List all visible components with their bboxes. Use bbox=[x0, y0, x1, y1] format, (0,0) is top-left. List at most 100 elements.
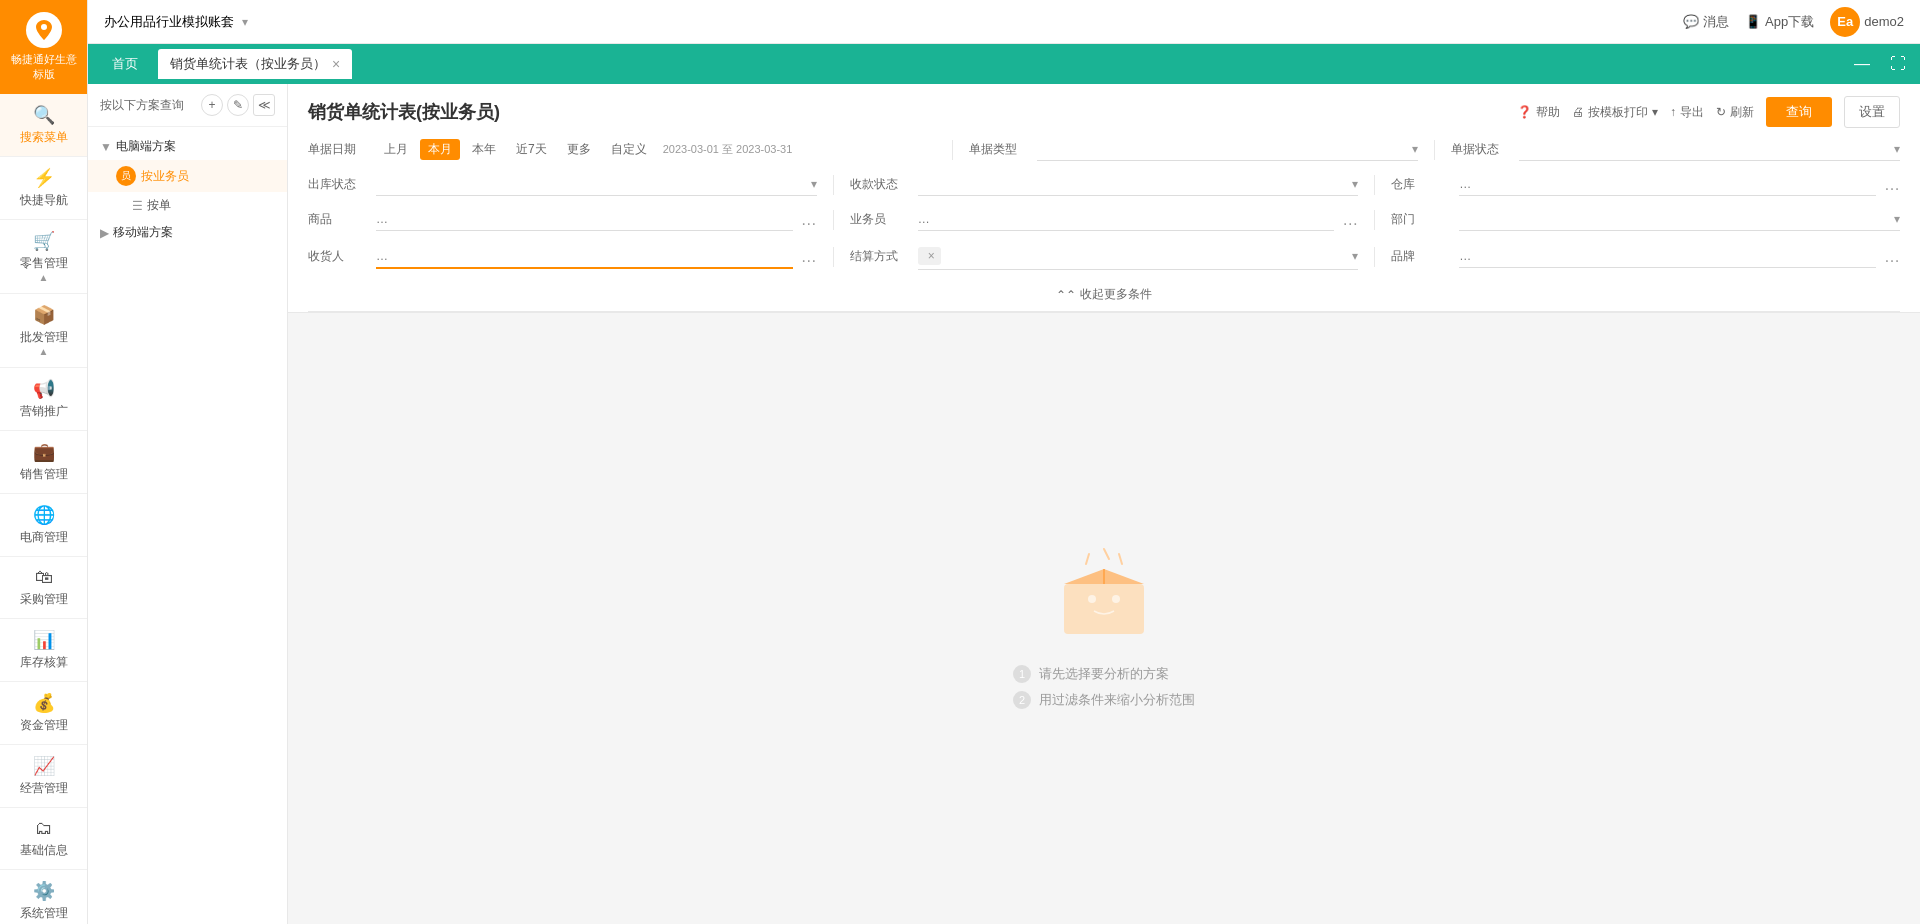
sidebar-item-system[interactable]: ⚙️ 系统管理 bbox=[0, 870, 87, 924]
settings-btn[interactable]: 设置 bbox=[1844, 96, 1900, 128]
appdownload-btn[interactable]: 📱 App下载 bbox=[1745, 13, 1814, 31]
empty-step-2: 2 用过滤条件来缩小分析范围 bbox=[1013, 691, 1195, 709]
tabbar-actions: — ⛶ bbox=[1848, 50, 1912, 78]
docstatus-select[interactable]: ▾ bbox=[1519, 138, 1900, 161]
empty-illustration bbox=[1044, 529, 1164, 649]
minimize-btn[interactable]: — bbox=[1848, 50, 1876, 78]
date-tab-lastmonth[interactable]: 上月 bbox=[376, 139, 416, 160]
refresh-btn[interactable]: ↻ 刷新 bbox=[1716, 104, 1754, 121]
sidebar-item-ecommerce[interactable]: 🌐 电商管理 bbox=[0, 494, 87, 557]
content: 按以下方案查询 + ✎ ≪ ▼ 电脑端方案 bbox=[88, 84, 1920, 924]
user-btn[interactable]: Ea demo2 bbox=[1830, 7, 1904, 37]
tree-group-desktop-label: 电脑端方案 bbox=[116, 138, 176, 155]
outstatus-select[interactable]: ▾ bbox=[376, 173, 817, 196]
warehouse-dots[interactable]: … bbox=[1884, 176, 1900, 194]
date-tab-custom[interactable]: 自定义 bbox=[603, 139, 655, 160]
salesperson-input[interactable] bbox=[918, 208, 1335, 231]
inventory-icon: 📊 bbox=[33, 629, 55, 651]
order-icon: ☰ bbox=[132, 199, 143, 213]
collapse-up-icon: ⌃⌃ bbox=[1056, 288, 1076, 302]
sidebar-item-retail[interactable]: 🛒 零售管理 ▲ bbox=[0, 220, 87, 294]
sidebar-item-operations[interactable]: 📈 经营管理 bbox=[0, 745, 87, 808]
settlement-dropdown-icon: ▾ bbox=[1352, 249, 1358, 263]
department-select[interactable]: ▾ bbox=[1459, 208, 1900, 231]
collapse-btn[interactable]: ⌃⌃ 收起更多条件 bbox=[1056, 286, 1152, 303]
salesperson-dots[interactable]: … bbox=[1342, 211, 1358, 229]
maximize-btn[interactable]: ⛶ bbox=[1884, 50, 1912, 78]
arrow-down-icon: ▼ bbox=[100, 140, 112, 154]
brand-input[interactable] bbox=[1459, 245, 1876, 268]
tree-group-desktop[interactable]: ▼ 电脑端方案 bbox=[88, 133, 287, 160]
sidebar-item-wholesale[interactable]: 📦 批发管理 ▲ bbox=[0, 294, 87, 368]
sidebar-item-sales[interactable]: 💼 销售管理 bbox=[0, 431, 87, 494]
svg-point-5 bbox=[1112, 595, 1120, 603]
svg-rect-0 bbox=[1064, 584, 1144, 634]
message-label: 消息 bbox=[1703, 13, 1729, 31]
tree-sub-order-label: 按单 bbox=[147, 197, 171, 214]
system-icon: ⚙️ bbox=[33, 880, 55, 902]
add-icon: + bbox=[208, 98, 215, 112]
print-btn[interactable]: 🖨 按模板打印 ▾ bbox=[1572, 104, 1658, 121]
collapse-panel-btn[interactable]: ≪ bbox=[253, 94, 275, 116]
tab-home[interactable]: 首页 bbox=[96, 49, 154, 79]
help-btn[interactable]: ❓ 帮助 bbox=[1517, 104, 1560, 121]
filter-area: 单据日期 上月 本月 本年 近7天 更多 自定义 2023-03-01 至 20… bbox=[308, 138, 1900, 312]
sidebar-item-search[interactable]: 🔍 搜索菜单 bbox=[0, 94, 87, 157]
query-btn[interactable]: 查询 bbox=[1766, 97, 1832, 127]
message-btn[interactable]: 💬 消息 bbox=[1683, 13, 1729, 31]
filter-department-field: 部门 ▾ bbox=[1391, 208, 1900, 231]
sidebar-item-purchase[interactable]: 🛍 采购管理 bbox=[0, 557, 87, 619]
empty-text: 1 请先选择要分析的方案 2 用过滤条件来缩小分析范围 bbox=[1013, 665, 1195, 709]
expand-icon: ⛶ bbox=[1890, 55, 1906, 73]
sidebar-item-inventory[interactable]: 📊 库存核算 bbox=[0, 619, 87, 682]
warehouse-input[interactable] bbox=[1459, 173, 1876, 196]
sidebar-item-basics[interactable]: 🗂 基础信息 bbox=[0, 808, 87, 870]
tree-group-mobile[interactable]: ▶ 移动端方案 bbox=[88, 219, 287, 246]
active-tab-label: 销货单统计表（按业务员） bbox=[170, 55, 326, 73]
filter-docstatus-field: 单据状态 ▾ bbox=[1451, 138, 1900, 161]
collectstatus-select[interactable]: ▾ bbox=[918, 173, 1359, 196]
date-tab-thisyear[interactable]: 本年 bbox=[464, 139, 504, 160]
sidebar-operations-label: 经营管理 bbox=[20, 780, 68, 797]
date-tab-more[interactable]: 更多 bbox=[559, 139, 599, 160]
sidebar-sales-label: 销售管理 bbox=[20, 466, 68, 483]
date-tab-7days[interactable]: 近7天 bbox=[508, 139, 555, 160]
page-actions: ❓ 帮助 🖨 按模板打印 ▾ ↑ 导出 ↻ bbox=[1517, 96, 1900, 128]
goods-label: 商品 bbox=[308, 211, 368, 228]
settlement-select[interactable]: × ▾ bbox=[918, 243, 1359, 270]
receiver-input[interactable] bbox=[376, 245, 793, 269]
goods-dots[interactable]: … bbox=[801, 211, 817, 229]
tab-close-icon[interactable]: × bbox=[332, 57, 340, 71]
settlement-tag-close[interactable]: × bbox=[928, 249, 935, 263]
divider-4 bbox=[1374, 175, 1375, 195]
add-scheme-btn[interactable]: + bbox=[201, 94, 223, 116]
export-label: 导出 bbox=[1680, 104, 1704, 121]
quicknav-icon: ⚡ bbox=[33, 167, 55, 189]
brand-dots[interactable]: … bbox=[1884, 248, 1900, 266]
app-logo[interactable]: 畅捷通好生意 标版 bbox=[0, 0, 87, 94]
filter-settlement-field: 结算方式 × ▾ bbox=[850, 243, 1359, 270]
export-btn[interactable]: ↑ 导出 bbox=[1670, 104, 1704, 121]
marketing-icon: 📢 bbox=[33, 378, 55, 400]
sidebar-item-finance[interactable]: 💰 资金管理 bbox=[0, 682, 87, 745]
tab-active[interactable]: 销货单统计表（按业务员） × bbox=[158, 49, 352, 79]
filter-outstatus-field: 出库状态 ▾ bbox=[308, 173, 817, 196]
sidebar-item-marketing[interactable]: 📢 营销推广 bbox=[0, 368, 87, 431]
tree-item-salesperson[interactable]: 员 按业务员 bbox=[88, 160, 287, 192]
sidebar-item-quicknav[interactable]: ⚡ 快捷导航 bbox=[0, 157, 87, 220]
svg-point-4 bbox=[1088, 595, 1096, 603]
phone-icon: 📱 bbox=[1745, 14, 1761, 29]
tabbar: 首页 销货单统计表（按业务员） × — ⛶ bbox=[88, 44, 1920, 84]
sidebar-ecommerce-label: 电商管理 bbox=[20, 529, 68, 546]
refresh-label: 刷新 bbox=[1730, 104, 1754, 121]
edit-scheme-btn[interactable]: ✎ bbox=[227, 94, 249, 116]
topbar-dropdown[interactable]: ▾ bbox=[242, 15, 248, 29]
doctype-select[interactable]: ▾ bbox=[1037, 138, 1418, 161]
receiver-dots[interactable]: … bbox=[801, 248, 817, 266]
tree-sub-item-order[interactable]: ☰ 按单 bbox=[88, 192, 287, 219]
search-icon: 🔍 bbox=[33, 104, 55, 126]
date-tab-thismonth[interactable]: 本月 bbox=[420, 139, 460, 160]
sidebar-finance-label: 资金管理 bbox=[20, 717, 68, 734]
goods-input[interactable] bbox=[376, 208, 793, 231]
step2-circle: 2 bbox=[1013, 691, 1031, 709]
